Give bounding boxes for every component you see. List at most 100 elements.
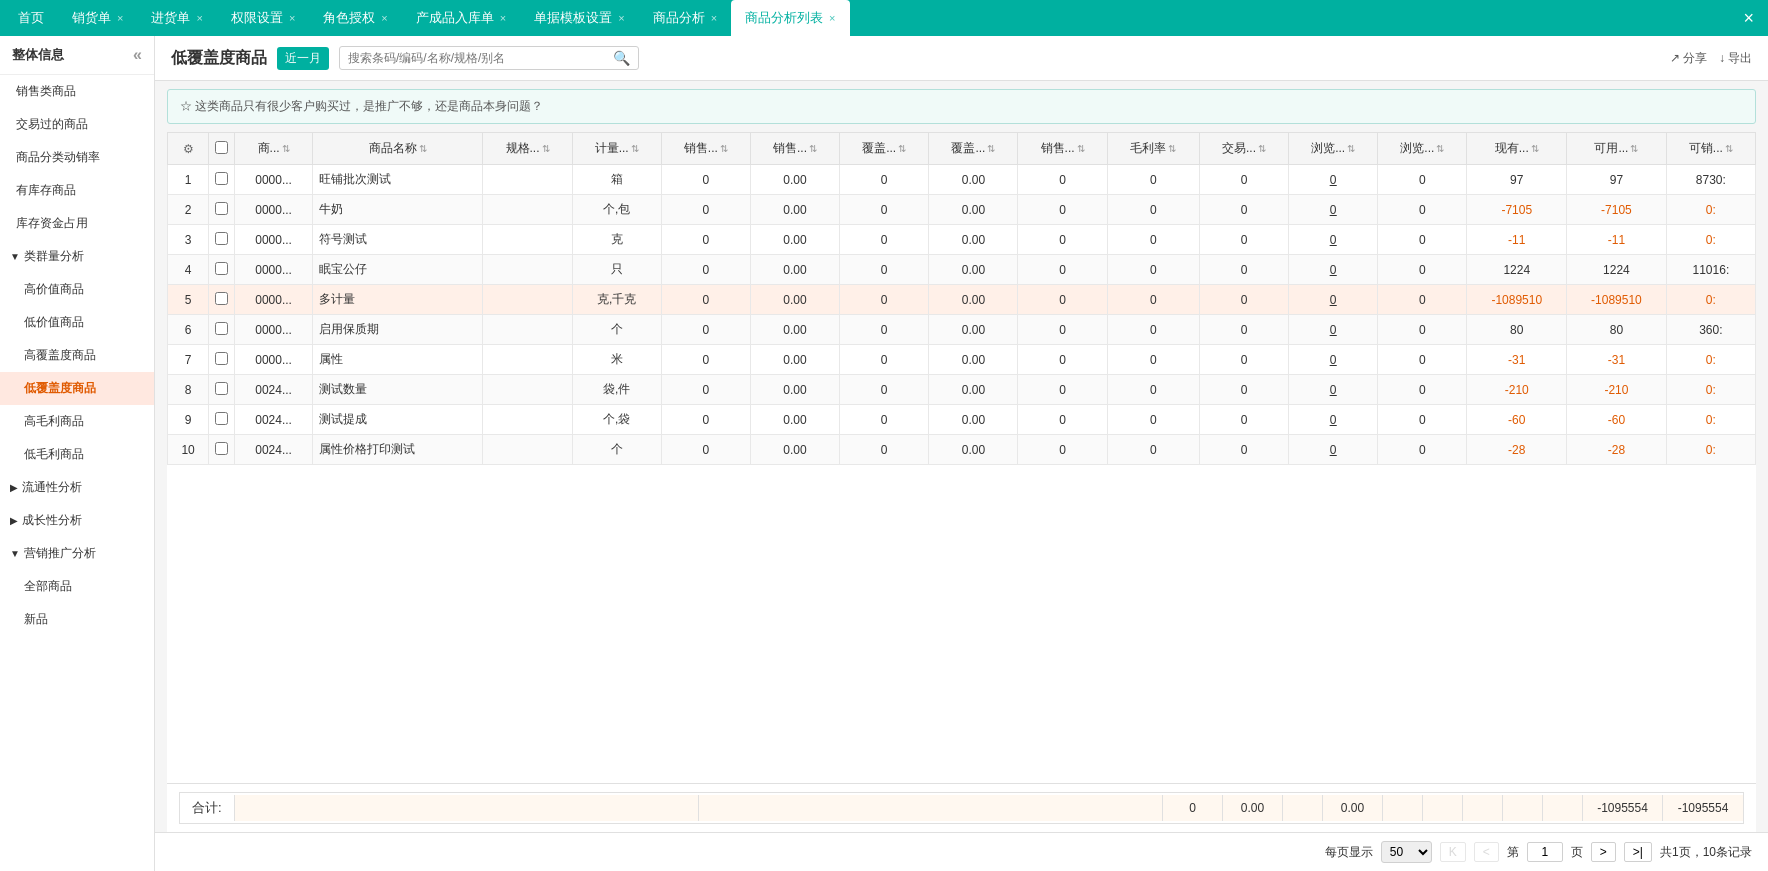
tab-template-close[interactable]: × (618, 12, 624, 24)
tab-permission-close[interactable]: × (289, 12, 295, 24)
sort-icon-sales3[interactable]: ⇅ (1077, 143, 1085, 154)
sidebar-item-low-coverage[interactable]: 低覆盖度商品 (0, 372, 154, 405)
row-cover1: 0 (840, 375, 929, 405)
row-checkbox[interactable] (209, 225, 235, 255)
row-cover2: 0.00 (929, 225, 1018, 255)
sort-icon-available[interactable]: ⇅ (1630, 143, 1638, 154)
tab-purchase[interactable]: 进货单 × (137, 0, 216, 36)
row-current: 80 (1467, 315, 1567, 345)
row-browse1[interactable]: 0 (1289, 345, 1378, 375)
sidebar-item-low-value[interactable]: 低价值商品 (0, 306, 154, 339)
sidebar-item-traded-goods[interactable]: 交易过的商品 (0, 108, 154, 141)
sort-icon-cover1[interactable]: ⇅ (898, 143, 906, 154)
sidebar-group-marketing[interactable]: ▼ 营销推广分析 (0, 537, 154, 570)
col-sales1: 销售...⇅ (661, 133, 750, 165)
row-checkbox[interactable] (209, 165, 235, 195)
sort-icon-code[interactable]: ⇅ (282, 143, 290, 154)
sort-icon-sales1[interactable]: ⇅ (720, 143, 728, 154)
tab-sales-order-close[interactable]: × (117, 12, 123, 24)
row-checkbox[interactable] (209, 375, 235, 405)
row-unit: 个,包 (572, 195, 661, 225)
sidebar-item-stock-capital[interactable]: 库存资金占用 (0, 207, 154, 240)
tab-goods-analysis-list-close[interactable]: × (829, 12, 835, 24)
sort-icon-trade[interactable]: ⇅ (1258, 143, 1266, 154)
sidebar-item-low-profit[interactable]: 低毛利商品 (0, 438, 154, 471)
row-sales2: 0.00 (750, 315, 839, 345)
sort-icon-sellable[interactable]: ⇅ (1725, 143, 1733, 154)
row-checkbox[interactable] (209, 345, 235, 375)
sort-icon-spec[interactable]: ⇅ (542, 143, 550, 154)
row-available: -7105 (1567, 195, 1667, 225)
sort-icon-sales2[interactable]: ⇅ (809, 143, 817, 154)
sort-icon-unit[interactable]: ⇅ (631, 143, 639, 154)
tab-permission[interactable]: 权限设置 × (217, 0, 309, 36)
sort-icon-name[interactable]: ⇅ (419, 143, 427, 154)
sort-icon-browse1[interactable]: ⇅ (1347, 143, 1355, 154)
tab-goods-analysis[interactable]: 商品分析 × (639, 0, 731, 36)
row-browse1[interactable]: 0 (1289, 255, 1378, 285)
sidebar-collapse-button[interactable]: « (133, 46, 142, 64)
row-browse1[interactable]: 0 (1289, 435, 1378, 465)
tab-role[interactable]: 角色授权 × (309, 0, 401, 36)
total-cover2: 0.00 (1323, 795, 1383, 821)
per-page-select[interactable]: 50 10 20 100 (1381, 841, 1432, 863)
sidebar-item-sales-goods[interactable]: 销售类商品 (0, 75, 154, 108)
row-checkbox[interactable] (209, 195, 235, 225)
sidebar-item-category-rate[interactable]: 商品分类动销率 (0, 141, 154, 174)
export-button[interactable]: ↓ 导出 (1719, 50, 1752, 67)
last-page-button[interactable]: >| (1624, 842, 1652, 862)
row-browse2: 0 (1378, 345, 1467, 375)
tab-role-close[interactable]: × (381, 12, 387, 24)
sort-icon-cover2[interactable]: ⇅ (987, 143, 995, 154)
sidebar-group-cluster[interactable]: ▼ 类群量分析 (0, 240, 154, 273)
row-browse1[interactable]: 0 (1289, 285, 1378, 315)
sidebar-group-growth[interactable]: ▶ 成长性分析 (0, 504, 154, 537)
row-unit: 米 (572, 345, 661, 375)
tab-template[interactable]: 单据模板设置 × (520, 0, 638, 36)
sidebar-item-all-goods[interactable]: 全部商品 (0, 570, 154, 603)
sort-icon-current[interactable]: ⇅ (1531, 143, 1539, 154)
tab-goods-analysis-list[interactable]: 商品分析列表 × (731, 0, 849, 36)
row-checkbox[interactable] (209, 285, 235, 315)
sidebar-item-high-profit[interactable]: 高毛利商品 (0, 405, 154, 438)
tab-purchase-close[interactable]: × (196, 12, 202, 24)
checkbox-column-header[interactable] (209, 133, 235, 165)
row-checkbox[interactable] (209, 405, 235, 435)
page-number-input[interactable] (1527, 842, 1563, 862)
tab-home[interactable]: 首页 (4, 0, 58, 36)
search-input[interactable] (348, 51, 613, 65)
next-page-button[interactable]: > (1591, 842, 1616, 862)
row-checkbox[interactable] (209, 315, 235, 345)
tab-goods-analysis-close[interactable]: × (711, 12, 717, 24)
sidebar-group-flow[interactable]: ▶ 流通性分析 (0, 471, 154, 504)
row-browse1[interactable]: 0 (1289, 405, 1378, 435)
row-browse1[interactable]: 0 (1289, 195, 1378, 225)
settings-column-header[interactable]: ⚙ (168, 133, 209, 165)
sidebar-item-stock-goods[interactable]: 有库存商品 (0, 174, 154, 207)
sort-icon-gross[interactable]: ⇅ (1168, 143, 1176, 154)
sidebar-item-new-goods[interactable]: 新品 (0, 603, 154, 636)
share-button[interactable]: ↗ 分享 (1670, 50, 1707, 67)
row-no: 8 (168, 375, 209, 405)
prev-page-button[interactable]: < (1474, 842, 1499, 862)
select-all-checkbox[interactable] (215, 141, 228, 154)
settings-icon[interactable]: ⚙ (183, 142, 194, 156)
tab-sales-order[interactable]: 销货单 × (58, 0, 137, 36)
row-code: 0024... (235, 375, 313, 405)
row-browse1[interactable]: 0 (1289, 375, 1378, 405)
row-checkbox[interactable] (209, 255, 235, 285)
tab-product-entry[interactable]: 产成品入库单 × (402, 0, 520, 36)
row-trade: 0 (1199, 255, 1288, 285)
row-browse1[interactable]: 0 (1289, 315, 1378, 345)
first-page-button[interactable]: K (1440, 842, 1466, 862)
time-filter-button[interactable]: 近一月 (277, 47, 329, 70)
tab-product-entry-close[interactable]: × (500, 12, 506, 24)
row-browse1[interactable]: 0 (1289, 225, 1378, 255)
sort-icon-browse2[interactable]: ⇅ (1436, 143, 1444, 154)
row-browse1[interactable]: 0 (1289, 165, 1378, 195)
row-spec (483, 285, 572, 315)
row-checkbox[interactable] (209, 435, 235, 465)
sidebar-item-high-coverage[interactable]: 高覆盖度商品 (0, 339, 154, 372)
nav-close-button[interactable]: × (1733, 8, 1764, 29)
sidebar-item-high-value[interactable]: 高价值商品 (0, 273, 154, 306)
